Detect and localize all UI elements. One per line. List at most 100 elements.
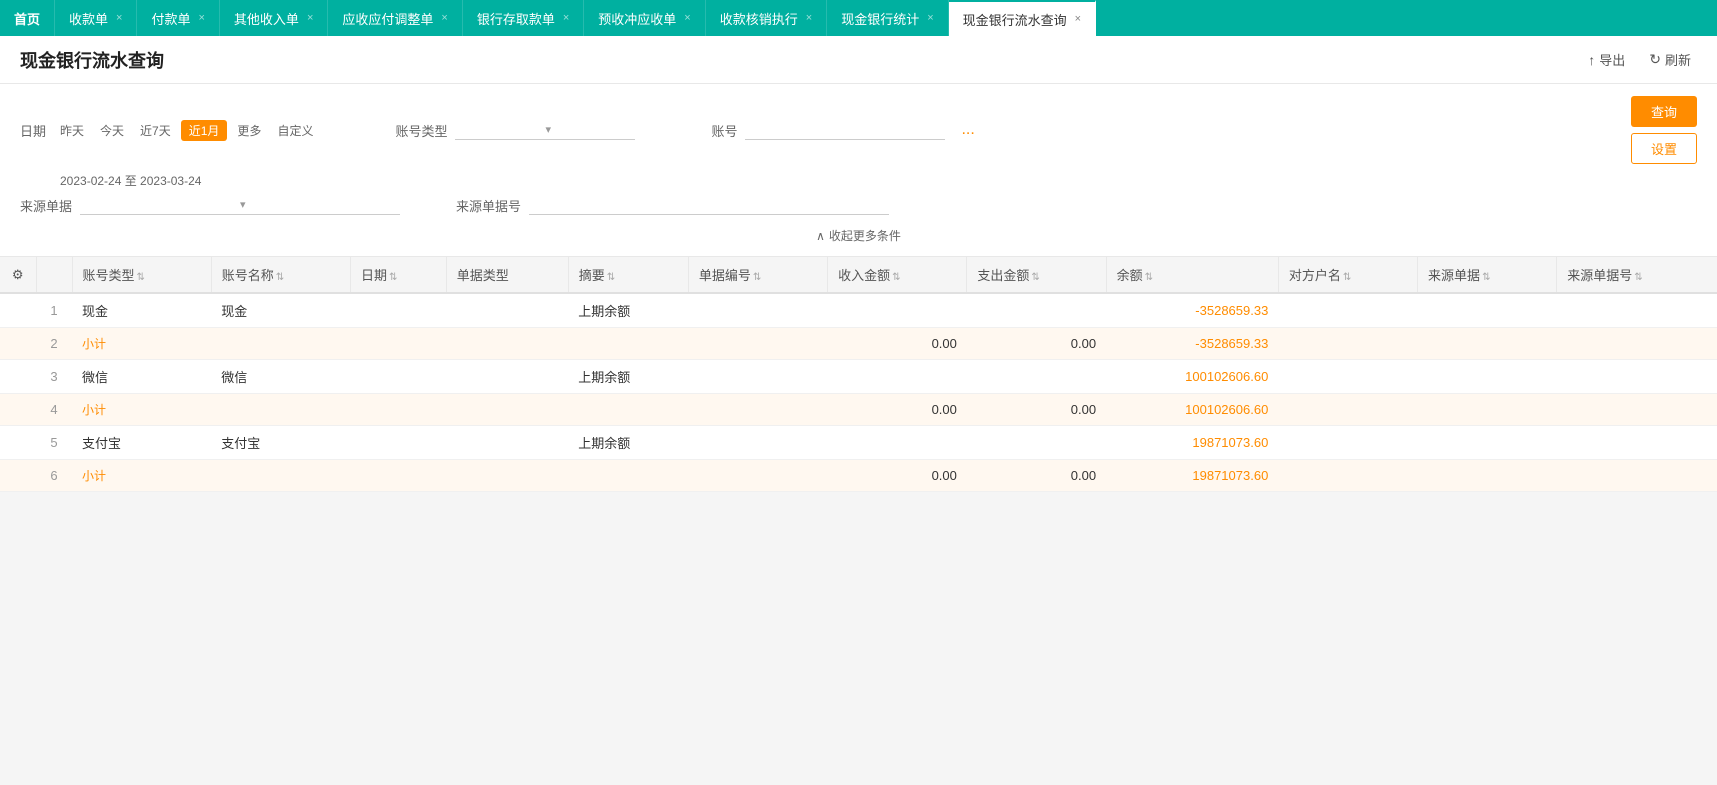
cell-account-name <box>211 460 350 492</box>
date-btn-today[interactable]: 今天 <box>94 120 130 141</box>
table-row: 5支付宝支付宝上期余额19871073.60 <box>0 426 1717 460</box>
account-type-value <box>459 122 545 137</box>
cell-income <box>828 360 967 394</box>
col-doc-type: 单据类型 <box>446 257 568 293</box>
refresh-icon: ↻ <box>1649 51 1661 68</box>
cell-date <box>350 360 446 394</box>
account-type-select[interactable]: ▾ <box>455 120 635 140</box>
cell-source-doc <box>1418 460 1557 492</box>
date-btn-custom[interactable]: 自定义 <box>271 120 319 141</box>
col-source-doc[interactable]: 来源单据⇅ <box>1418 257 1557 293</box>
export-label: 导出 <box>1599 50 1625 69</box>
cell-checkbox <box>0 394 36 426</box>
close-tab-cash-flow[interactable]: × <box>1075 13 1081 25</box>
cell-account-type: 支付宝 <box>72 426 211 460</box>
close-tab-receipt[interactable]: × <box>116 12 122 24</box>
table-body: 1现金现金上期余额-3528659.332小计0.000.00-3528659.… <box>0 293 1717 492</box>
nav-tab-receipt[interactable]: 收款单× <box>55 0 137 36</box>
table-wrap: ⚙ 账号类型⇅ 账号名称⇅ 日期⇅ 单据类型 摘要⇅ 单据编号⇅ 收入金额⇅ 支… <box>0 257 1717 492</box>
account-input[interactable] <box>745 120 945 140</box>
cell-counter-party <box>1278 293 1417 328</box>
date-btn-more[interactable]: 更多 <box>231 120 267 141</box>
nav-tab-ar-ap-adjust[interactable]: 应收应付调整单× <box>328 0 462 36</box>
col-account-type[interactable]: 账号类型⇅ <box>72 257 211 293</box>
cell-expense <box>967 426 1106 460</box>
cell-expense: 0.00 <box>967 460 1106 492</box>
nav-tab-pre-charge[interactable]: 预收冲应收单× <box>584 0 705 36</box>
cell-no: 1 <box>36 293 72 328</box>
nav-tab-verify-exec[interactable]: 收款核销执行× <box>706 0 827 36</box>
collapse-bar[interactable]: ∧ 收起更多条件 <box>20 223 1697 248</box>
col-balance[interactable]: 余额⇅ <box>1106 257 1278 293</box>
date-btn-1month[interactable]: 近1月 <box>181 120 228 141</box>
cell-counter-party <box>1278 394 1417 426</box>
col-gear[interactable]: ⚙ <box>0 257 36 293</box>
nav-tab-cash-stat[interactable]: 现金银行统计× <box>827 0 948 36</box>
cell-no: 2 <box>36 328 72 360</box>
cell-source-doc-no <box>1557 426 1717 460</box>
cell-doc-type <box>446 293 568 328</box>
cell-summary: 上期余额 <box>568 360 688 394</box>
cell-expense: 0.00 <box>967 328 1106 360</box>
cell-doc-no <box>688 293 827 328</box>
date-range-display: 2023-02-24 至 2023-03-24 <box>56 172 1697 189</box>
col-date[interactable]: 日期⇅ <box>350 257 446 293</box>
close-tab-verify-exec[interactable]: × <box>806 12 812 24</box>
cell-expense <box>967 293 1106 328</box>
export-button[interactable]: ↑ 导出 <box>1582 46 1631 73</box>
cell-checkbox <box>0 460 36 492</box>
close-tab-pre-charge[interactable]: × <box>684 12 690 24</box>
col-counter-party[interactable]: 对方户名⇅ <box>1278 257 1417 293</box>
cell-source-doc <box>1418 360 1557 394</box>
filter-area: 日期 昨天 今天 近7天 近1月 更多 自定义 账号类型 ▾ 账号 ... <box>0 84 1717 257</box>
nav-tab-home[interactable]: 首页 <box>0 0 55 36</box>
refresh-button[interactable]: ↻ 刷新 <box>1643 46 1697 73</box>
nav-tab-payment[interactable]: 付款单× <box>137 0 219 36</box>
cell-source-doc-no <box>1557 460 1717 492</box>
source-doc-no-input[interactable] <box>529 195 889 215</box>
header-actions: ↑ 导出 ↻ 刷新 <box>1582 46 1697 73</box>
close-tab-payment[interactable]: × <box>198 12 204 24</box>
col-summary[interactable]: 摘要⇅ <box>568 257 688 293</box>
data-table: ⚙ 账号类型⇅ 账号名称⇅ 日期⇅ 单据类型 摘要⇅ 单据编号⇅ 收入金额⇅ 支… <box>0 257 1717 492</box>
account-dots-btn[interactable]: ... <box>961 121 974 139</box>
settings-button[interactable]: 设置 <box>1631 133 1697 164</box>
col-expense[interactable]: 支出金额⇅ <box>967 257 1106 293</box>
cell-checkbox <box>0 328 36 360</box>
cell-source-doc <box>1418 293 1557 328</box>
nav-tab-other-income[interactable]: 其他收入单× <box>220 0 328 36</box>
date-btn-7days[interactable]: 近7天 <box>134 120 177 141</box>
cell-balance: -3528659.33 <box>1106 293 1278 328</box>
cell-counter-party <box>1278 360 1417 394</box>
cell-summary <box>568 394 688 426</box>
collapse-label: 收起更多条件 <box>829 227 901 244</box>
source-doc-select[interactable]: ▾ <box>80 195 400 215</box>
date-label: 日期 <box>20 121 46 140</box>
table-row: 6小计0.000.0019871073.60 <box>0 460 1717 492</box>
cell-income: 0.00 <box>828 460 967 492</box>
cell-account-name <box>211 328 350 360</box>
filter-row-2: 来源单据 ▾ 来源单据号 <box>20 195 1697 215</box>
date-btn-yesterday[interactable]: 昨天 <box>54 120 90 141</box>
cell-checkbox <box>0 293 36 328</box>
col-source-doc-no[interactable]: 来源单据号⇅ <box>1557 257 1717 293</box>
cell-summary: 上期余额 <box>568 293 688 328</box>
cell-source-doc <box>1418 426 1557 460</box>
nav-tab-bank-deposit[interactable]: 银行存取款单× <box>463 0 584 36</box>
source-doc-arrow: ▾ <box>240 198 396 211</box>
close-tab-bank-deposit[interactable]: × <box>563 12 569 24</box>
col-account-name[interactable]: 账号名称⇅ <box>211 257 350 293</box>
top-nav: 首页收款单×付款单×其他收入单×应收应付调整单×银行存取款单×预收冲应收单×收款… <box>0 0 1717 36</box>
col-income[interactable]: 收入金额⇅ <box>828 257 967 293</box>
close-tab-ar-ap-adjust[interactable]: × <box>441 12 447 24</box>
cell-summary: 上期余额 <box>568 426 688 460</box>
cell-account-name: 微信 <box>211 360 350 394</box>
close-tab-cash-stat[interactable]: × <box>927 12 933 24</box>
nav-tab-cash-flow[interactable]: 现金银行流水查询× <box>949 0 1096 36</box>
col-doc-no[interactable]: 单据编号⇅ <box>688 257 827 293</box>
table-header-row: ⚙ 账号类型⇅ 账号名称⇅ 日期⇅ 单据类型 摘要⇅ 单据编号⇅ 收入金额⇅ 支… <box>0 257 1717 293</box>
query-button[interactable]: 查询 <box>1631 96 1697 127</box>
cell-date <box>350 328 446 360</box>
table-row: 3微信微信上期余额100102606.60 <box>0 360 1717 394</box>
close-tab-other-income[interactable]: × <box>307 12 313 24</box>
